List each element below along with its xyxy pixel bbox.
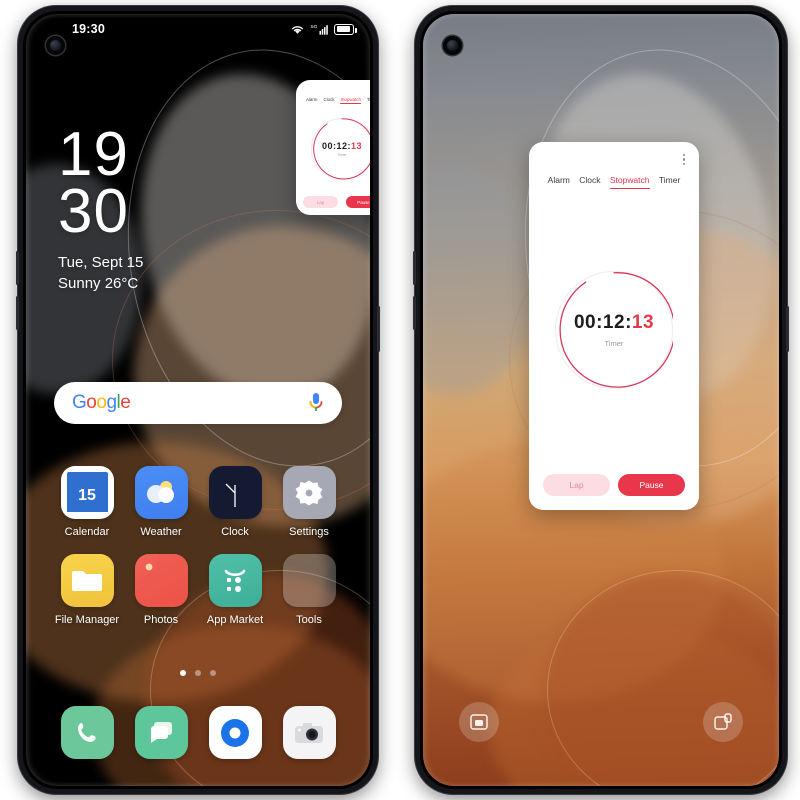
wifi-icon <box>292 26 303 34</box>
expand-to-fullscreen[interactable] <box>703 702 743 742</box>
google-logo: Google <box>72 392 131 413</box>
app-tools-folder[interactable]: Tools <box>272 554 346 626</box>
phone-screen-right: Alarm Clock Stopwatch Timer 00:12:13 Tim… <box>423 14 779 786</box>
settings-gear-icon <box>282 466 336 519</box>
timer-buttons-small: Lap Pause <box>303 196 370 208</box>
front-camera-punch-hole <box>46 36 65 55</box>
tab-timer[interactable]: Timer <box>659 175 680 185</box>
calendar-day-number: 15 <box>66 480 108 512</box>
tab-stopwatch[interactable]: Stopwatch <box>609 175 650 190</box>
dock-item-camera[interactable] <box>282 706 336 759</box>
app-grid: 15 Calendar Weather Clock Settings File … <box>50 466 346 626</box>
phone-icon <box>78 722 96 742</box>
dock <box>50 706 346 759</box>
front-camera-punch-hole <box>443 36 462 55</box>
tools-folder-icon <box>282 554 336 607</box>
power-button[interactable] <box>377 306 380 352</box>
minimize-to-floating[interactable] <box>459 702 499 742</box>
screenshot-stage: 19:30 5G 19 30 Tue, Sept 15 Sunny 26°C G… <box>0 0 800 800</box>
timer-progress-arc <box>559 271 673 388</box>
widget-hour: 19 <box>58 120 129 189</box>
status-bar-clock: 19:30 <box>72 22 105 36</box>
folder-icon <box>60 554 114 607</box>
widget-weather: Sunny 26°C <box>58 275 139 293</box>
phone-screen-left: 19:30 5G 19 30 Tue, Sept 15 Sunny 26°C G… <box>26 14 370 786</box>
app-market[interactable]: App Market <box>198 554 272 626</box>
volume-up-button[interactable] <box>16 251 19 285</box>
phone-bezel-left: 19:30 5G 19 30 Tue, Sept 15 Sunny 26°C G… <box>23 11 373 789</box>
app-label: Weather <box>140 526 182 538</box>
app-market-icon <box>208 554 262 607</box>
status-bar: 19:30 5G <box>26 14 370 44</box>
app-label: Clock <box>221 526 249 538</box>
lap-button[interactable]: Lap <box>303 196 338 208</box>
widget-minute: 30 <box>58 177 129 247</box>
popup-window-icon <box>714 713 732 730</box>
phone-device-left: 19:30 5G 19 30 Tue, Sept 15 Sunny 26°C G… <box>16 6 380 794</box>
page-indicator <box>26 670 370 676</box>
app-label: Settings <box>289 526 329 538</box>
calendar-icon: 15 <box>60 466 114 519</box>
page-dot[interactable] <box>210 670 216 676</box>
app-file-manager[interactable]: File Manager <box>50 554 124 626</box>
battery-icon <box>334 23 357 35</box>
lap-button[interactable]: Lap <box>543 474 610 496</box>
timer-progress-arc <box>313 118 370 180</box>
google-search-bar[interactable]: Google <box>54 382 342 424</box>
clock-icon <box>208 466 262 519</box>
app-label: App Market <box>206 614 264 626</box>
floating-clock-window-small[interactable]: Alarm Clock Stopwatch Timer 00:12:13 <box>296 80 370 215</box>
browser-icon <box>221 718 249 747</box>
app-label: Photos <box>143 614 179 626</box>
app-label: Calendar <box>64 526 110 538</box>
timer-buttons-large: Lap Pause <box>543 474 685 496</box>
dock-item-messages[interactable] <box>134 706 188 759</box>
power-button[interactable] <box>786 306 789 352</box>
app-clock[interactable]: Clock <box>198 466 272 538</box>
split-screen-icon <box>470 714 488 730</box>
widget-date: Tue, Sept 15 <box>58 254 144 272</box>
timer-dial-large: 00:12:13 Timer <box>555 270 673 389</box>
messages-icon <box>150 722 172 743</box>
floating-window-controls <box>423 702 779 742</box>
page-dot[interactable] <box>195 670 201 676</box>
page-dot-active[interactable] <box>180 670 186 676</box>
volume-down-button[interactable] <box>413 296 416 330</box>
svg-text:5G: 5G <box>311 24 318 30</box>
weather-icon <box>134 466 188 519</box>
app-weather[interactable]: Weather <box>124 466 198 538</box>
camera-icon <box>295 722 323 743</box>
app-calendar[interactable]: 15 Calendar <box>50 466 124 538</box>
home-clock-widget[interactable]: 19 30 Tue, Sept 15 Sunny 26°C <box>58 120 144 293</box>
app-label: Tools <box>296 614 322 626</box>
dock-item-browser[interactable] <box>208 706 262 759</box>
signal-5g-icon: 5G <box>311 24 328 35</box>
pause-button[interactable]: Pause <box>618 474 685 496</box>
dock-item-phone[interactable] <box>60 706 114 759</box>
phone-device-right: Alarm Clock Stopwatch Timer 00:12:13 Tim… <box>413 6 789 794</box>
app-label: File Manager <box>54 614 120 626</box>
pause-button[interactable]: Pause <box>346 196 370 208</box>
floating-clock-window-large[interactable]: Alarm Clock Stopwatch Timer 00:12:13 Tim… <box>529 142 699 510</box>
timer-dial-small: 00:12:13 Timer <box>311 117 370 180</box>
app-photos[interactable]: Photos <box>124 554 198 626</box>
tab-alarm[interactable]: Alarm <box>548 175 570 185</box>
volume-up-button[interactable] <box>413 251 416 285</box>
tab-clock[interactable]: Clock <box>579 175 600 185</box>
phone-bezel-right: Alarm Clock Stopwatch Timer 00:12:13 Tim… <box>420 11 782 789</box>
microphone-icon[interactable] <box>308 392 324 414</box>
photos-icon <box>134 554 188 607</box>
clock-tabs-large: Alarm Clock Stopwatch Timer <box>543 175 685 190</box>
more-vertical-icon[interactable] <box>682 154 685 166</box>
app-settings[interactable]: Settings <box>272 466 346 538</box>
volume-down-button[interactable] <box>16 296 19 330</box>
